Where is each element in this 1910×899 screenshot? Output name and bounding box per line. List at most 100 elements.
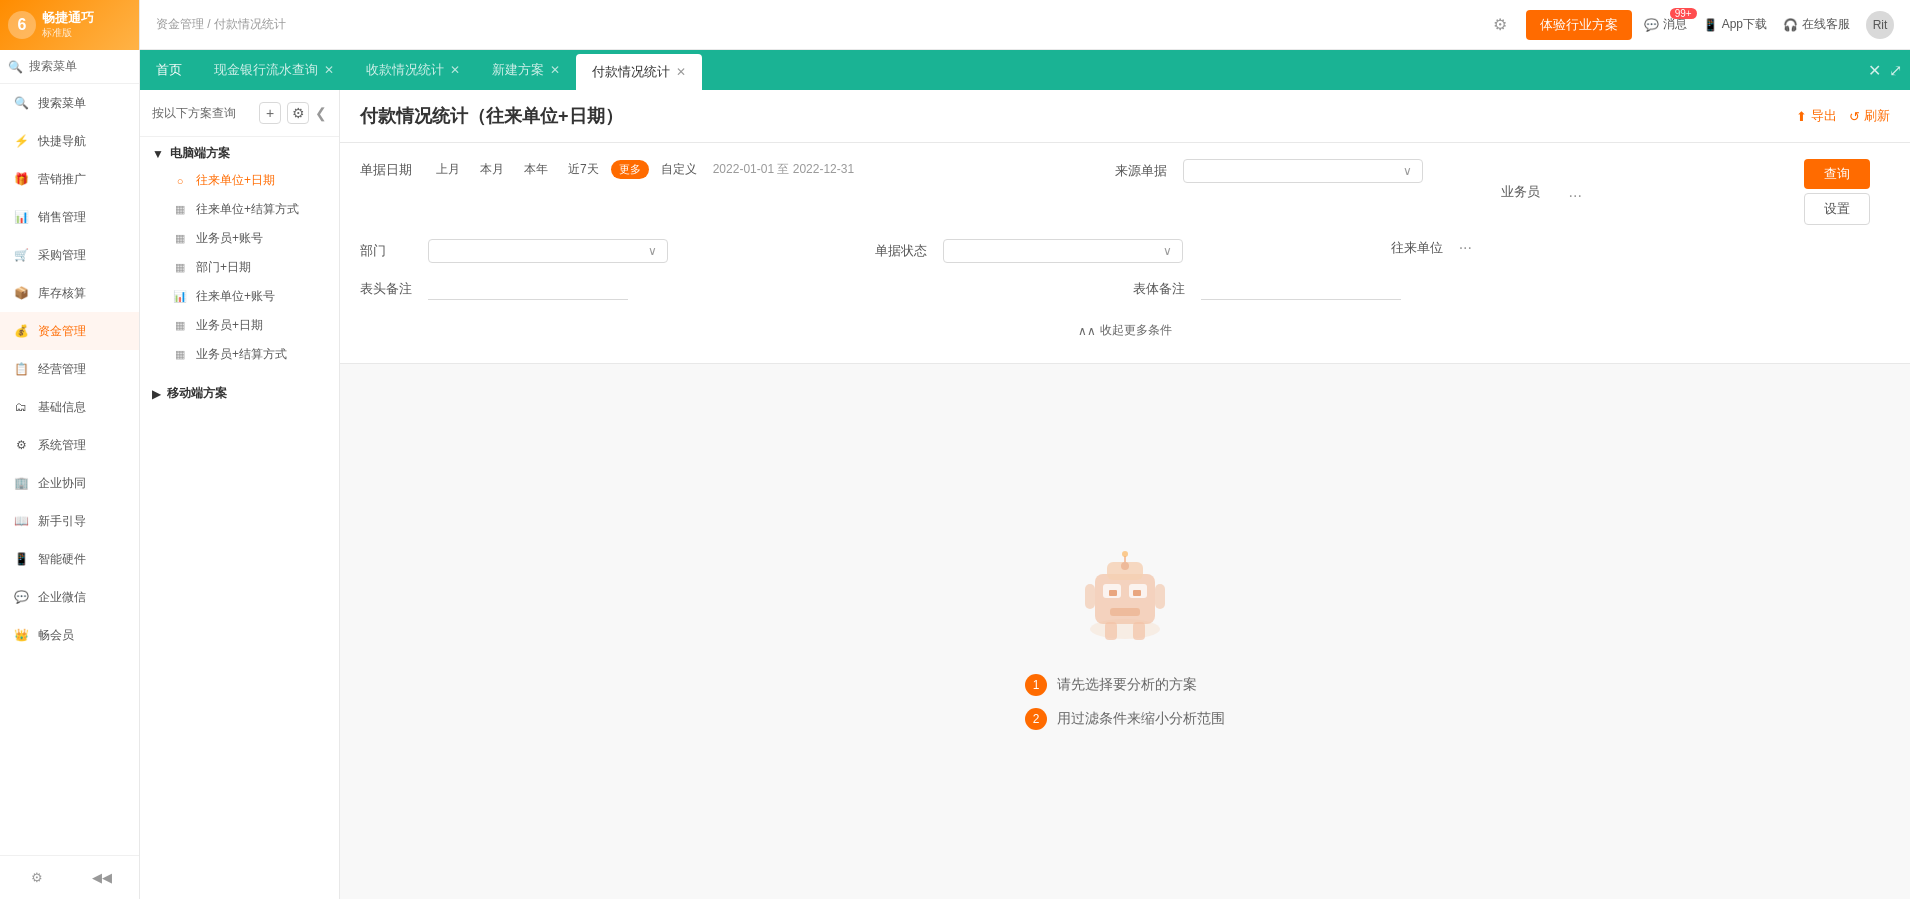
source-doc-select[interactable]: ∨	[1183, 159, 1423, 183]
date-option-more[interactable]: 更多	[611, 160, 649, 179]
sidebar-item-label-purchase: 采购管理	[38, 247, 86, 264]
tab-close-all-icon[interactable]: ✕	[1868, 61, 1881, 80]
svg-rect-9	[1105, 622, 1117, 640]
message-icon: 💬	[1644, 18, 1659, 32]
sidebar-item-label-system: 系统管理	[38, 437, 86, 454]
scheme-item-icon-partner_settlement: ▦	[172, 202, 188, 218]
sidebar-collapse-btn[interactable]: ◀◀	[74, 864, 132, 891]
scheme-panel: 按以下方案查询 + ⚙ ❮ ▼ 电脑端方案 ○ 往来单位+日期 ▦ 往来单位+结…	[140, 90, 340, 899]
header-note-input[interactable]	[428, 277, 628, 300]
doc-status-select[interactable]: ∨	[943, 239, 1183, 263]
logo-icon: 6	[8, 11, 36, 39]
export-btn[interactable]: ⬆ 导出	[1796, 107, 1837, 125]
sidebar-logo: 6 畅捷通巧 标准版	[0, 0, 139, 50]
query-btn[interactable]: 查询	[1804, 159, 1870, 189]
inventory-icon: 📦	[12, 284, 30, 302]
sidebar-item-member[interactable]: 👑 畅会员	[0, 616, 139, 654]
sidebar-item-operation[interactable]: 📋 经营管理	[0, 350, 139, 388]
dept-select[interactable]: ∨	[428, 239, 668, 263]
tab-payment_stats[interactable]: 付款情况统计✕	[576, 54, 702, 90]
sidebar-item-finance[interactable]: 💰 资金管理	[0, 312, 139, 350]
scheme-settings-btn[interactable]: ⚙	[287, 102, 309, 124]
empty-step-2: 2 用过滤条件来缩小分析范围	[1025, 708, 1225, 730]
customer-service-btn[interactable]: 🎧 在线客服	[1783, 16, 1850, 33]
wechat-icon: 💬	[12, 588, 30, 606]
sidebar-bottom: ⚙ ◀◀	[0, 855, 139, 899]
sidebar-item-guide[interactable]: 📖 新手引导	[0, 502, 139, 540]
tab-close-payment_stats[interactable]: ✕	[676, 65, 686, 79]
scheme-collapse-btn[interactable]: ❮	[315, 105, 327, 121]
collapse-more-btn[interactable]: ∧∧ 收起更多条件	[360, 314, 1890, 347]
trial-btn[interactable]: 体验行业方案	[1526, 10, 1632, 40]
sidebar-item-label-hardware: 智能硬件	[38, 551, 86, 568]
member-icon: 👑	[12, 626, 30, 644]
svg-rect-1	[1095, 574, 1155, 624]
app-download-btn[interactable]: 📱 App下载	[1703, 16, 1767, 33]
tab-close-cash_flow[interactable]: ✕	[324, 63, 334, 77]
tab-receipts[interactable]: 收款情况统计✕	[350, 50, 476, 90]
svg-rect-6	[1110, 608, 1140, 616]
date-option-custom[interactable]: 自定义	[653, 159, 705, 180]
scheme-item-salesperson_settlement[interactable]: ▦ 业务员+结算方式	[152, 340, 327, 369]
scheme-item-salesperson_account[interactable]: ▦ 业务员+账号	[152, 224, 327, 253]
tab-cash_flow[interactable]: 现金银行流水查询✕	[198, 50, 350, 90]
scheme-group-mobile-header[interactable]: ▶ 移动端方案	[152, 385, 327, 402]
sidebar-settings-btn[interactable]: ⚙	[8, 864, 66, 891]
scheme-item-icon-salesperson_date: ▦	[172, 318, 188, 334]
scheme-item-dept_date[interactable]: ▦ 部门+日期	[152, 253, 327, 282]
date-option-this-month[interactable]: 本月	[472, 159, 512, 180]
date-option-last-month[interactable]: 上月	[428, 159, 468, 180]
refresh-btn[interactable]: ↺ 刷新	[1849, 107, 1890, 125]
scheme-item-partner_date[interactable]: ○ 往来单位+日期	[152, 166, 327, 195]
sidebar-item-sales[interactable]: 📊 销售管理	[0, 198, 139, 236]
date-option-this-year[interactable]: 本年	[516, 159, 556, 180]
scheme-item-label-salesperson_account: 业务员+账号	[196, 230, 263, 247]
body-note-input[interactable]	[1201, 277, 1401, 300]
sidebar-item-shortcuts[interactable]: ⚡ 快捷导航	[0, 122, 139, 160]
tab-new_scheme[interactable]: 新建方案✕	[476, 50, 576, 90]
user-avatar[interactable]: Rit	[1866, 11, 1894, 39]
scheme-add-btn[interactable]: +	[259, 102, 281, 124]
tab-home[interactable]: 首页	[140, 50, 198, 90]
scheme-item-label-partner_settlement: 往来单位+结算方式	[196, 201, 299, 218]
system-icon: ⚙	[12, 436, 30, 454]
scheme-item-salesperson_date[interactable]: ▦ 业务员+日期	[152, 311, 327, 340]
sidebar-item-basic[interactable]: 🗂 基础信息	[0, 388, 139, 426]
source-doc-arrow: ∨	[1403, 164, 1412, 178]
scheme-item-label-dept_date: 部门+日期	[196, 259, 251, 276]
empty-state: 1 请先选择要分析的方案 2 用过滤条件来缩小分析范围	[340, 364, 1910, 899]
sidebar-item-purchase[interactable]: 🛒 采购管理	[0, 236, 139, 274]
tab-close-receipts[interactable]: ✕	[450, 63, 460, 77]
scheme-item-partner_account[interactable]: 📊 往来单位+账号	[152, 282, 327, 311]
sidebar-item-marketing[interactable]: 🎁 营销推广	[0, 160, 139, 198]
salesperson-more-btn[interactable]: ...	[1569, 183, 1582, 201]
scheme-panel-title: 按以下方案查询	[152, 105, 236, 122]
sidebar-item-label-operation: 经营管理	[38, 361, 86, 378]
sidebar-item-hardware[interactable]: 📱 智能硬件	[0, 540, 139, 578]
sidebar-item-enterprise[interactable]: 🏢 企业协同	[0, 464, 139, 502]
sidebar-item-search[interactable]: 🔍 搜索菜单	[0, 84, 139, 122]
salesperson-label: 业务员	[1501, 183, 1561, 201]
filter-results-area: 付款情况统计（往来单位+日期） ⬆ 导出 ↺ 刷新	[340, 90, 1910, 899]
partner-more-btn[interactable]: ···	[1459, 239, 1472, 257]
date-options: 上月 本月 本年 近7天 更多 自定义 2022-01-01 至 2022-12…	[428, 159, 854, 180]
messages-badge: 99+	[1670, 8, 1697, 19]
filter-salesperson-field: 业务员 ... 查询设置	[1501, 159, 1871, 225]
messages-btn[interactable]: 💬 消息 99+	[1644, 16, 1687, 33]
scheme-group-desktop-header[interactable]: ▼ 电脑端方案	[152, 145, 327, 162]
tab-close-new_scheme[interactable]: ✕	[550, 63, 560, 77]
filter-settings-btn[interactable]: 设置	[1804, 193, 1870, 225]
scheme-group-mobile-title: 移动端方案	[167, 385, 227, 402]
topbar-settings-btn[interactable]: ⚙	[1486, 11, 1514, 39]
tab-expand-icon[interactable]: ⤢	[1889, 61, 1902, 80]
scheme-item-icon-partner_date: ○	[172, 173, 188, 189]
sidebar-item-system[interactable]: ⚙ 系统管理	[0, 426, 139, 464]
scheme-item-label-partner_account: 往来单位+账号	[196, 288, 275, 305]
scheme-item-partner_settlement[interactable]: ▦ 往来单位+结算方式	[152, 195, 327, 224]
collapse-icon: ∧∧	[1078, 324, 1096, 338]
sidebar-item-wechat[interactable]: 💬 企业微信	[0, 578, 139, 616]
filter-source-doc-field: 来源单据 ∨	[1115, 159, 1485, 183]
sidebar-item-inventory[interactable]: 📦 库存核算	[0, 274, 139, 312]
sidebar-search-item[interactable]: 🔍 搜索菜单	[0, 50, 139, 84]
date-option-7days[interactable]: 近7天	[560, 159, 607, 180]
